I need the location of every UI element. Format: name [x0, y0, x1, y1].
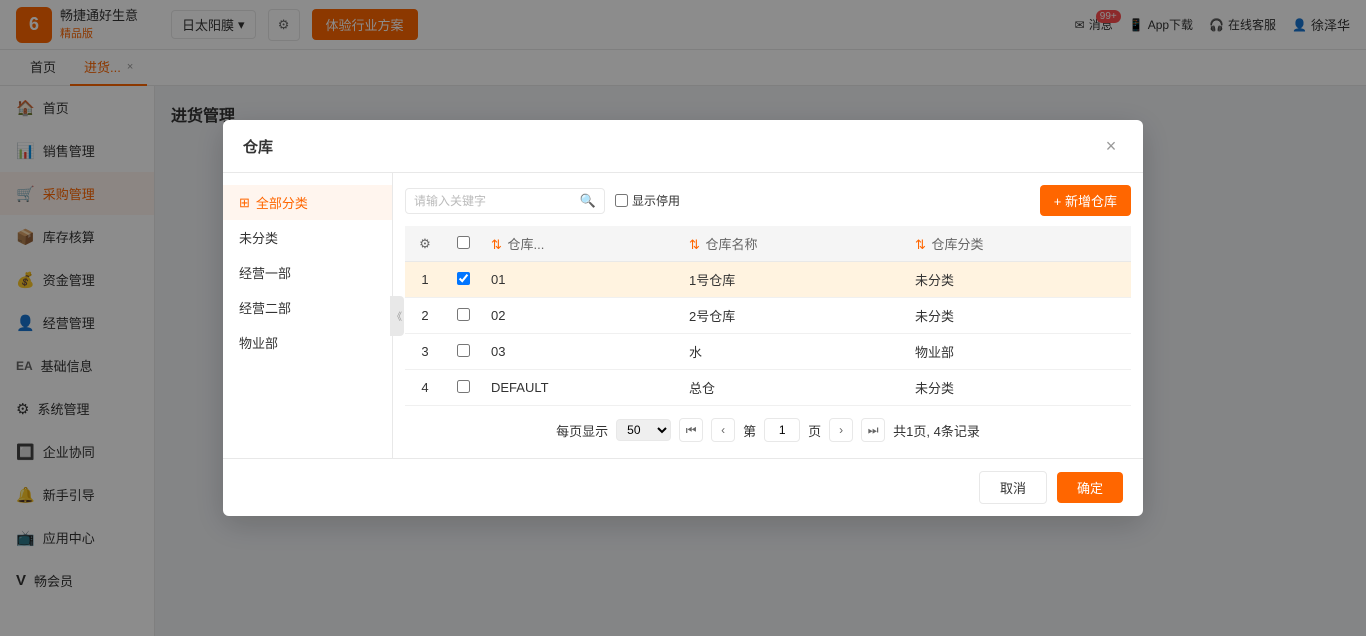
- select-all-checkbox[interactable]: [457, 236, 470, 249]
- per-page-select[interactable]: 50 20 100: [616, 419, 671, 441]
- col-name-label: 仓库名称: [706, 237, 758, 252]
- modal-header: 仓库 ×: [223, 120, 1143, 173]
- row-checkbox-cell: [445, 298, 481, 334]
- sort-icon-name: ⇅: [689, 237, 700, 252]
- tree-item-label-1: 经营一部: [239, 263, 291, 282]
- page-label: 第: [743, 421, 756, 440]
- confirm-button[interactable]: 确定: [1057, 472, 1123, 503]
- modal-footer: 取消 确定: [223, 458, 1143, 516]
- modal-body: ⊞ 全部分类 未分类 经营一部 经营二部 物业部 《: [223, 173, 1143, 458]
- table-wrapper: ⚙ ⇅ 仓库... ⇅ 仓库名称: [405, 226, 1131, 406]
- show-disabled-wrap: 显示停用: [615, 192, 680, 209]
- show-disabled-label: 显示停用: [632, 192, 680, 209]
- row-checkbox[interactable]: [457, 380, 470, 393]
- table-header-row: ⚙ ⇅ 仓库... ⇅ 仓库名称: [405, 226, 1131, 262]
- grid-icon: ⊞: [239, 195, 250, 211]
- tree-item-dept2[interactable]: 经营二部: [223, 290, 392, 325]
- row-num: 4: [405, 370, 445, 406]
- col-category: ⇅ 仓库分类: [905, 226, 1131, 262]
- row-category: 未分类: [905, 262, 1131, 298]
- tree-panel: ⊞ 全部分类 未分类 经营一部 经营二部 物业部 《: [223, 173, 393, 458]
- pagination-bar: 每页显示 50 20 100 ⏮ ‹ 第 页 › ⏭ 共1页, 4条记录: [405, 406, 1131, 446]
- row-category: 物业部: [905, 334, 1131, 370]
- search-input[interactable]: [414, 194, 574, 208]
- row-checkbox[interactable]: [457, 344, 470, 357]
- add-warehouse-button[interactable]: + 新增仓库: [1040, 185, 1131, 216]
- col-code-label: 仓库...: [508, 237, 545, 252]
- search-input-wrap: 🔍: [405, 188, 605, 214]
- last-page-button[interactable]: ⏭: [861, 418, 885, 442]
- total-label: 共1页, 4条记录: [893, 421, 980, 440]
- page-suffix: 页: [808, 421, 821, 440]
- row-code: 02: [481, 298, 679, 334]
- row-category: 未分类: [905, 370, 1131, 406]
- row-checkbox[interactable]: [457, 272, 470, 285]
- first-page-button[interactable]: ⏮: [679, 418, 703, 442]
- show-disabled-checkbox[interactable]: [615, 194, 628, 207]
- prev-page-button[interactable]: ‹: [711, 418, 735, 442]
- row-checkbox-cell: [445, 370, 481, 406]
- cancel-button[interactable]: 取消: [979, 471, 1047, 504]
- col-name: ⇅ 仓库名称: [679, 226, 905, 262]
- row-checkbox[interactable]: [457, 308, 470, 321]
- page-input[interactable]: [764, 418, 800, 442]
- modal-close-button[interactable]: ×: [1099, 134, 1123, 158]
- tree-item-uncategorized[interactable]: 未分类: [223, 220, 392, 255]
- tree-item-label-2: 经营二部: [239, 298, 291, 317]
- row-code: 03: [481, 334, 679, 370]
- warehouse-modal: 仓库 × ⊞ 全部分类 未分类 经营一部 经营二部: [223, 120, 1143, 516]
- table-row: 2 02 2号仓库 未分类: [405, 298, 1131, 334]
- row-name: 2号仓库: [679, 298, 905, 334]
- row-checkbox-cell: [445, 262, 481, 298]
- row-name: 1号仓库: [679, 262, 905, 298]
- warehouse-table: ⚙ ⇅ 仓库... ⇅ 仓库名称: [405, 226, 1131, 406]
- row-code: DEFAULT: [481, 370, 679, 406]
- table-row: 4 DEFAULT 总仓 未分类: [405, 370, 1131, 406]
- tree-collapse-button[interactable]: 《: [390, 296, 404, 336]
- tree-item-property[interactable]: 物业部: [223, 325, 392, 360]
- col-checkbox: [445, 226, 481, 262]
- col-category-label: 仓库分类: [932, 237, 984, 252]
- tree-all-label: 全部分类: [256, 193, 308, 212]
- row-num: 1: [405, 262, 445, 298]
- tree-item-dept1[interactable]: 经营一部: [223, 255, 392, 290]
- row-num: 2: [405, 298, 445, 334]
- col-settings: ⚙: [405, 226, 445, 262]
- row-name: 总仓: [679, 370, 905, 406]
- row-name: 水: [679, 334, 905, 370]
- col-code: ⇅ 仓库...: [481, 226, 679, 262]
- tree-item-label-0: 未分类: [239, 228, 278, 247]
- row-checkbox-cell: [445, 334, 481, 370]
- row-code: 01: [481, 262, 679, 298]
- sort-icon-code: ⇅: [491, 237, 502, 252]
- modal-overlay: 仓库 × ⊞ 全部分类 未分类 经营一部 经营二部: [0, 0, 1366, 636]
- row-category: 未分类: [905, 298, 1131, 334]
- modal-title: 仓库: [243, 136, 273, 157]
- table-toolbar: 🔍 显示停用 + 新增仓库: [405, 185, 1131, 216]
- table-row: 1 01 1号仓库 未分类: [405, 262, 1131, 298]
- tree-item-all[interactable]: ⊞ 全部分类: [223, 185, 392, 220]
- table-row: 3 03 水 物业部: [405, 334, 1131, 370]
- per-page-label: 每页显示: [556, 421, 608, 440]
- tree-item-label-3: 物业部: [239, 333, 278, 352]
- search-icon[interactable]: 🔍: [580, 193, 596, 209]
- sort-icon-category: ⇅: [915, 237, 926, 252]
- next-page-button[interactable]: ›: [829, 418, 853, 442]
- row-num: 3: [405, 334, 445, 370]
- table-panel: 🔍 显示停用 + 新增仓库 ⚙: [393, 173, 1143, 458]
